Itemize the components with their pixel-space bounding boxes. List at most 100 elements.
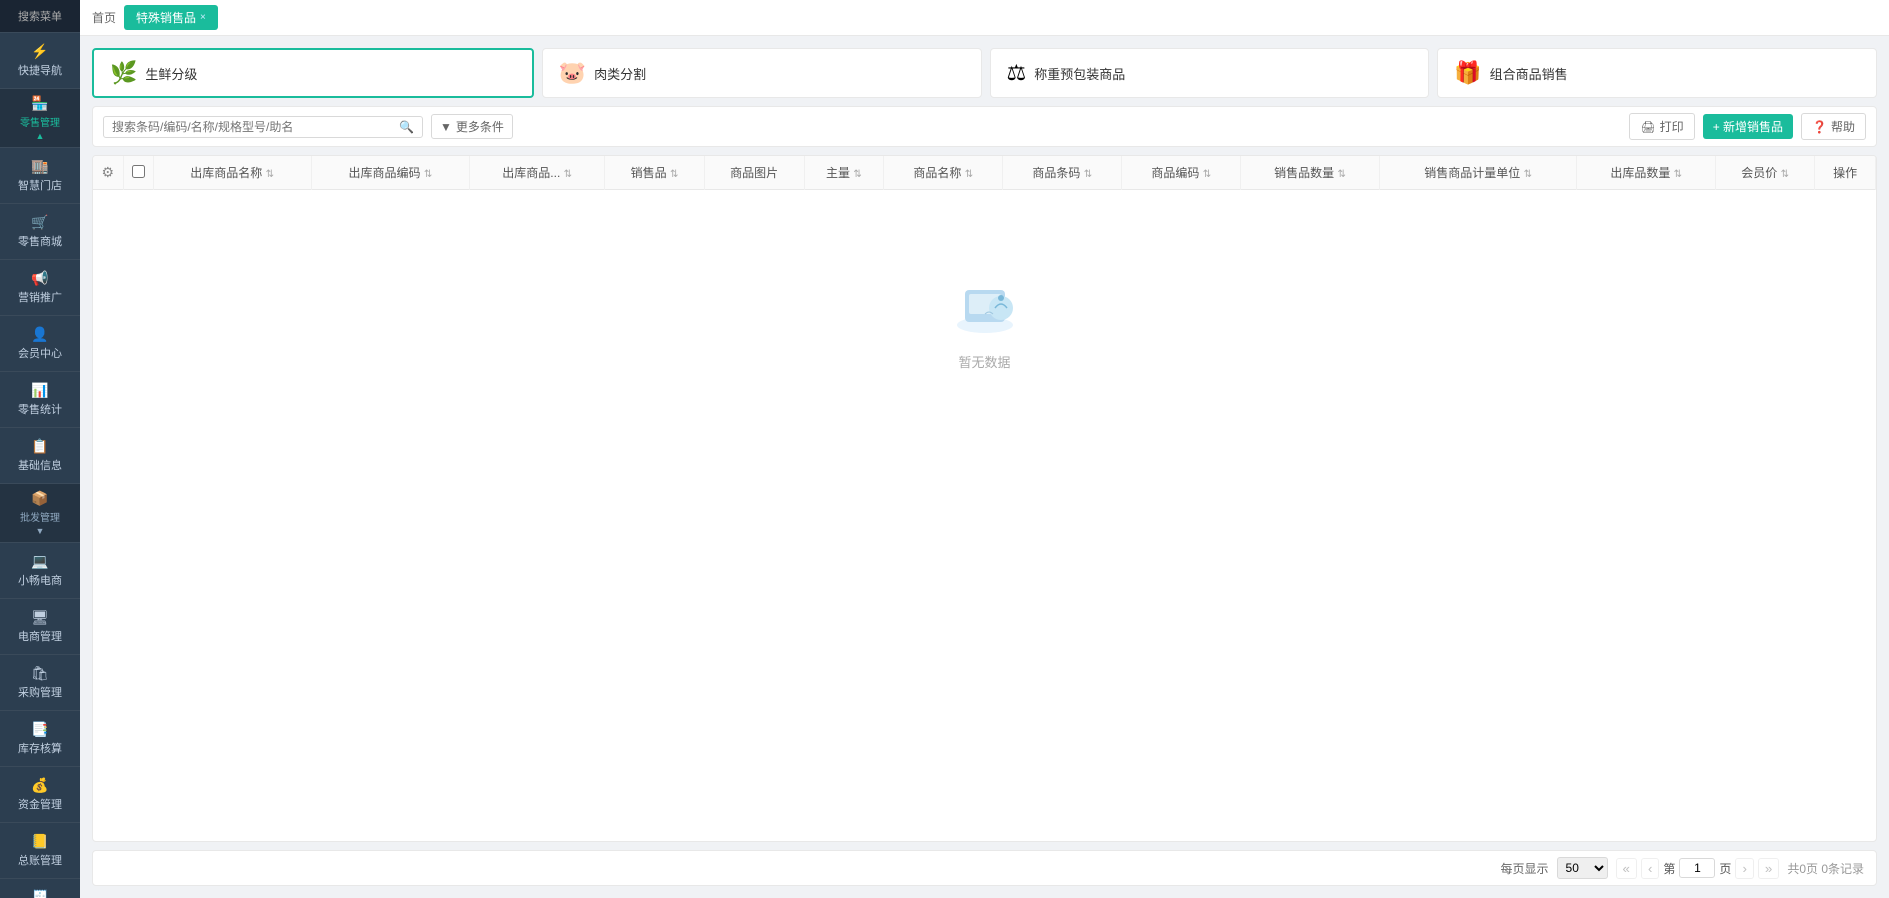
- sort-icon: ⇅: [564, 169, 572, 180]
- filter-icon: ▼: [440, 120, 452, 134]
- sidebar-item-purchase-mgmt[interactable]: 🛍 采购管理: [0, 655, 80, 711]
- search-input[interactable]: [112, 120, 395, 134]
- next-page-button[interactable]: ›: [1735, 858, 1753, 879]
- pagination-bar: 每页显示 50 10 20 100 « ‹ 第 页 › » 共0页 0条记录: [92, 850, 1877, 886]
- doc-icon: 📑: [31, 721, 48, 738]
- print-button[interactable]: 🖨 打印: [1629, 113, 1694, 140]
- th-out-code[interactable]: 出库商品编码 ⇅: [311, 156, 469, 190]
- sort-icon: ⇅: [1084, 169, 1092, 180]
- topbar-home-link[interactable]: 首页: [92, 9, 116, 26]
- th-goods-name[interactable]: 商品名称 ⇅: [884, 156, 1003, 190]
- tab-card-meat-cut-label: 肉类分割: [594, 64, 646, 83]
- scale-icon: ⚖: [1007, 60, 1027, 86]
- th-goods-code[interactable]: 商品编码 ⇅: [1122, 156, 1241, 190]
- sidebar-item-label: 基础信息: [18, 457, 62, 473]
- money-icon: 💰: [31, 777, 48, 794]
- page-size-select[interactable]: 50 10 20 100: [1557, 857, 1608, 879]
- sidebar-item-label: 批发管理: [20, 509, 60, 524]
- topbar-active-tab[interactable]: 特殊销售品 ×: [124, 5, 218, 30]
- empty-illustration: [945, 270, 1025, 340]
- lightning-icon: ⚡: [31, 43, 48, 60]
- building-icon: 🏬: [31, 158, 48, 175]
- sidebar-item-batch-mgmt[interactable]: 📦 批发管理 ▼: [0, 484, 80, 543]
- th-operation: 操作: [1815, 156, 1876, 190]
- sidebar-item-label: 智慧门店: [18, 177, 62, 193]
- prev-page-button[interactable]: ‹: [1641, 858, 1659, 879]
- laptop-icon: 💻: [31, 553, 48, 570]
- th-goods-img[interactable]: 商品图片: [704, 156, 804, 190]
- sidebar-item-ecom-mgmt[interactable]: 🖥 电商管理: [0, 599, 80, 655]
- search-icon[interactable]: 🔍: [399, 120, 414, 134]
- last-page-button[interactable]: »: [1758, 858, 1779, 879]
- sort-icon: ⇅: [1781, 169, 1789, 180]
- first-page-button[interactable]: «: [1616, 858, 1637, 879]
- sidebar: 搜索菜单 ⚡ 快捷导航 🏪 零售管理 ▲ 🏬 智慧门店 🛒 零售商城 📢 营销推…: [0, 0, 80, 898]
- sidebar-item-mini-ecom[interactable]: 💻 小畅电商: [0, 543, 80, 599]
- search-box[interactable]: 🔍: [103, 116, 423, 138]
- sidebar-item-member[interactable]: 👤 会员中心: [0, 316, 80, 372]
- th-out-qty[interactable]: 出库品数量 ⇅: [1577, 156, 1716, 190]
- fresh-grade-icon: 🌿: [110, 60, 137, 86]
- sidebar-item-label: 总账管理: [18, 852, 62, 868]
- th-checkbox[interactable]: [123, 156, 153, 190]
- th-member-price[interactable]: 会员价 ⇅: [1716, 156, 1815, 190]
- chevron-down-icon: ▼: [36, 526, 45, 536]
- sidebar-item-basic-info[interactable]: 📋 基础信息: [0, 428, 80, 484]
- total-info: 共0页 0条记录: [1787, 860, 1864, 877]
- help-label: 帮助: [1831, 118, 1855, 135]
- help-button[interactable]: ❓ 帮助: [1801, 113, 1866, 140]
- topbar-tab-label: 特殊销售品: [136, 9, 196, 26]
- megaphone-icon: 📢: [31, 270, 48, 287]
- chart-icon: 📊: [31, 382, 48, 399]
- sidebar-item-label: 零售商城: [18, 233, 62, 249]
- page-label: 第: [1663, 860, 1675, 877]
- sidebar-item-retail-mall[interactable]: 🛒 零售商城: [0, 204, 80, 260]
- gear-column-icon[interactable]: ⚙: [101, 164, 114, 180]
- th-settings[interactable]: ⚙: [93, 156, 123, 190]
- tab-card-weigh-pack-label: 称重预包装商品: [1034, 64, 1125, 83]
- th-sale-unit[interactable]: 销售商品计量单位 ⇅: [1379, 156, 1577, 190]
- sort-icon: ⇅: [1524, 169, 1532, 180]
- th-sale-qty[interactable]: 销售品数量 ⇅: [1241, 156, 1380, 190]
- sidebar-item-general-mgmt[interactable]: 📒 总账管理: [0, 823, 80, 879]
- sidebar-item-finance[interactable]: 💰 资金管理: [0, 767, 80, 823]
- sidebar-item-retail-mgmt[interactable]: 🏪 零售管理 ▲: [0, 89, 80, 148]
- box-icon: 📦: [31, 490, 48, 507]
- page-unit: 页: [1719, 860, 1731, 877]
- topbar-tab-close[interactable]: ×: [200, 12, 206, 23]
- tab-card-weigh-pack[interactable]: ⚖ 称重预包装商品: [990, 48, 1430, 98]
- sidebar-item-smart-store[interactable]: 🏬 智慧门店: [0, 148, 80, 204]
- filter-button[interactable]: ▼ 更多条件: [431, 114, 513, 139]
- user-icon: 👤: [31, 326, 48, 343]
- sort-icon: ⇅: [1338, 169, 1346, 180]
- bag-icon: 🛍: [31, 665, 49, 682]
- tab-card-combo-label: 组合商品销售: [1490, 64, 1568, 83]
- print-icon: 🖨: [1640, 120, 1655, 134]
- sort-icon: ⇅: [1203, 169, 1211, 180]
- th-out-name[interactable]: 出库商品名称 ⇅: [153, 156, 311, 190]
- tab-card-meat-cut[interactable]: 🐷 肉类分割: [542, 48, 982, 98]
- new-sale-item-button[interactable]: + 新增销售品: [1703, 114, 1793, 139]
- sidebar-item-invoice-mgmt[interactable]: 🧾 发票管理: [0, 879, 80, 898]
- page-input[interactable]: [1679, 858, 1715, 878]
- clipboard-icon: 📋: [31, 438, 48, 455]
- sort-icon: ⇅: [1674, 169, 1682, 180]
- help-icon: ❓: [1812, 120, 1827, 134]
- sidebar-item-promo[interactable]: 📢 营销推广: [0, 260, 80, 316]
- th-sale-goods[interactable]: 销售品 ⇅: [605, 156, 704, 190]
- sidebar-item-label: 会员中心: [18, 345, 62, 361]
- data-table: ⚙ 出库商品名称 ⇅ 出库商品编码 ⇅: [93, 156, 1876, 190]
- data-table-wrapper: ⚙ 出库商品名称 ⇅ 出库商品编码 ⇅: [92, 155, 1877, 842]
- th-out-spec[interactable]: 出库商品... ⇅: [470, 156, 605, 190]
- sidebar-logo[interactable]: 搜索菜单: [0, 0, 80, 33]
- sidebar-item-quick-nav[interactable]: ⚡ 快捷导航: [0, 33, 80, 89]
- tab-card-fresh-grade[interactable]: 🌿 生鲜分级: [92, 48, 534, 98]
- select-all-checkbox[interactable]: [132, 165, 145, 178]
- th-barcode[interactable]: 商品条码 ⇅: [1003, 156, 1122, 190]
- tab-card-combo[interactable]: 🎁 组合商品销售: [1437, 48, 1877, 98]
- page-content: 🌿 生鲜分级 🐷 肉类分割 ⚖ 称重预包装商品 🎁 组合商品销售 🔍: [80, 36, 1889, 898]
- th-main-unit[interactable]: 主量 ⇅: [804, 156, 884, 190]
- sidebar-item-retail-stats[interactable]: 📊 零售统计: [0, 372, 80, 428]
- sidebar-item-inventory[interactable]: 📑 库存核算: [0, 711, 80, 767]
- sort-icon: ⇅: [853, 169, 861, 180]
